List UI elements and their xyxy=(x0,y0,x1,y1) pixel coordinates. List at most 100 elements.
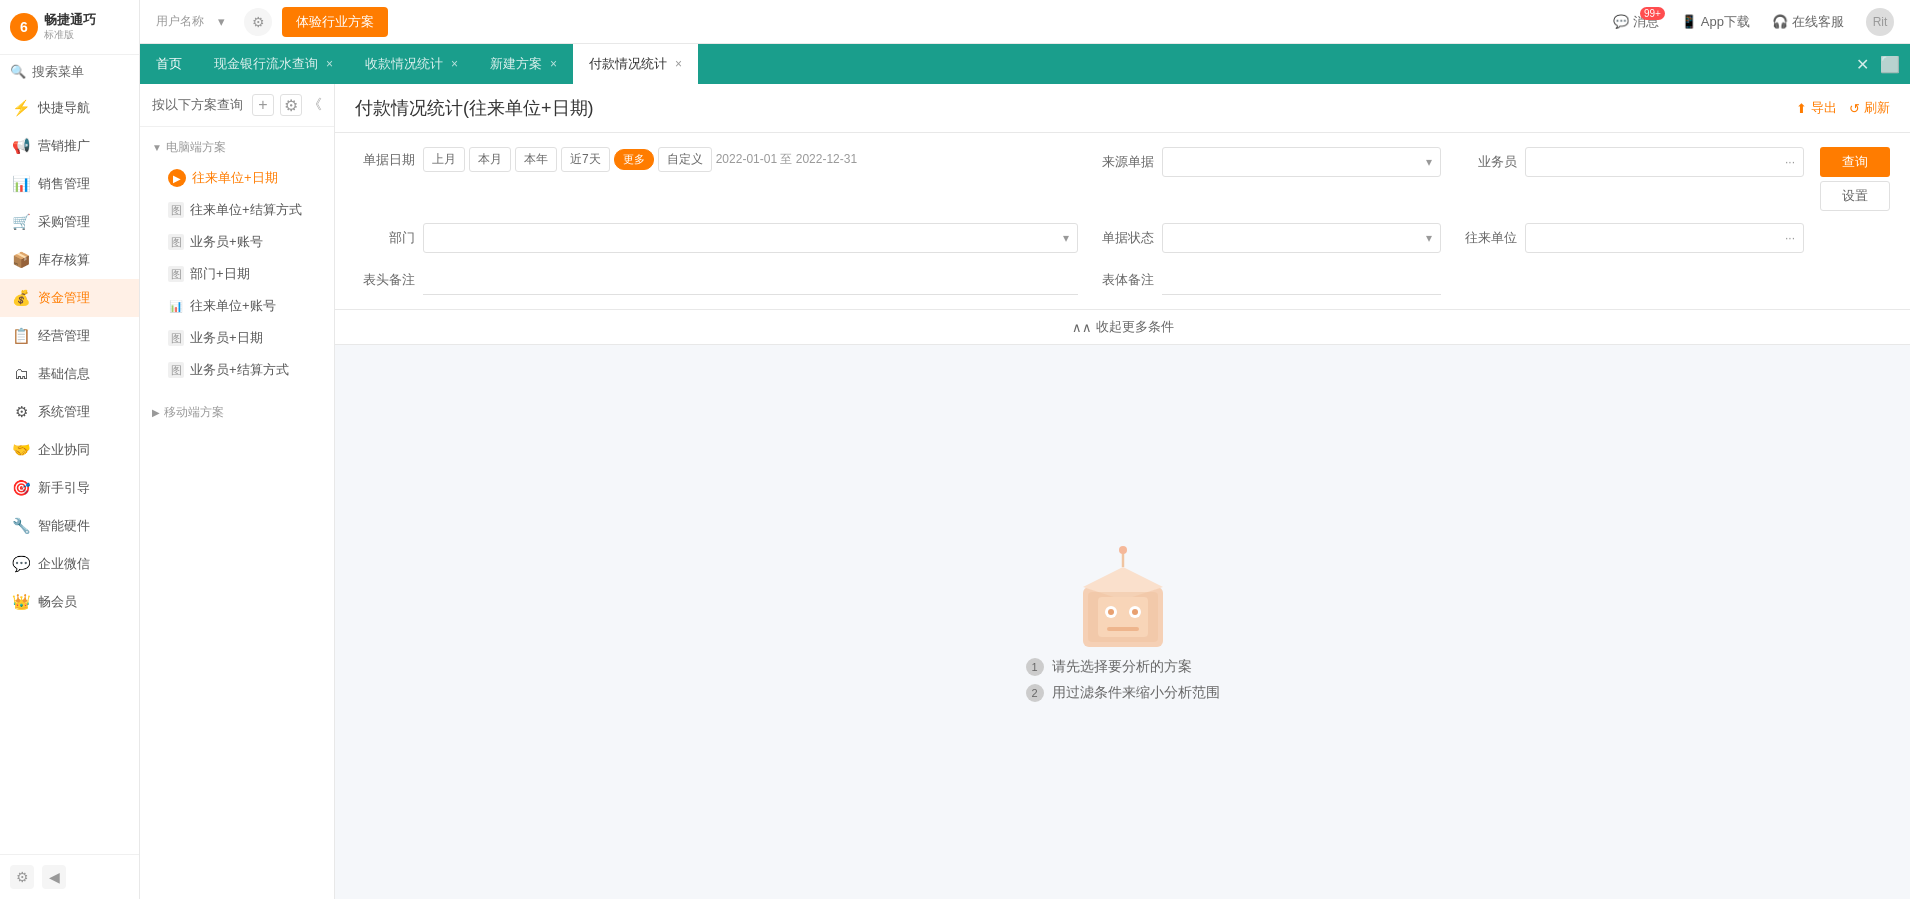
search-menu-label: 搜索菜单 xyxy=(32,63,84,81)
sidebar-item-wechat[interactable]: 💬 企业微信 xyxy=(0,545,139,583)
date-btn-this-year[interactable]: 本年 xyxy=(515,147,557,172)
topbar-dropdown-arrow[interactable]: ▾ xyxy=(218,14,234,30)
sidebar-item-system[interactable]: ⚙ 系统管理 xyxy=(0,393,139,431)
scheme-item-salesman-account[interactable]: 图 业务员+账号 xyxy=(140,226,334,258)
tab-payment-stat-label: 付款情况统计 xyxy=(589,55,667,73)
sidebar: 6 畅捷通巧 标准版 🔍 搜索菜单 ⚡ 快捷导航 📢 营销推广 📊 销售管理 🛒… xyxy=(0,0,140,899)
sidebar-nav: ⚡ 快捷导航 📢 营销推广 📊 销售管理 🛒 采购管理 📦 库存核算 💰 资金管… xyxy=(0,89,139,854)
tab-home[interactable]: 首页 xyxy=(140,44,198,84)
content-area: 按以下方案查询 + ⚙ 《 ▼ 电脑端方案 ▶ 往来单位+日期 图 xyxy=(140,84,1910,899)
refresh-icon: ↺ xyxy=(1849,101,1860,116)
sidebar-item-label: 采购管理 xyxy=(38,213,90,231)
tab-bank-flow-label: 现金银行流水查询 xyxy=(214,55,318,73)
sidebar-item-marketing[interactable]: 📢 营销推广 xyxy=(0,127,139,165)
message-icon: 💬 xyxy=(1613,14,1629,29)
scheme-item-salesman-settle[interactable]: 图 业务员+结算方式 xyxy=(140,354,334,386)
counterpart-select[interactable]: ··· xyxy=(1525,223,1804,253)
scheme-item-label: 业务员+日期 xyxy=(190,329,263,347)
app-download-label: App下载 xyxy=(1701,13,1750,31)
sidebar-settings-btn[interactable]: ⚙ xyxy=(10,865,34,889)
salesman-label: 业务员 xyxy=(1457,153,1517,171)
date-btn-more[interactable]: 更多 xyxy=(614,149,654,170)
scheme-item-salesman-date[interactable]: 图 业务员+日期 xyxy=(140,322,334,354)
dept-select[interactable]: ▾ xyxy=(423,223,1078,253)
sidebar-item-label: 系统管理 xyxy=(38,403,90,421)
sidebar-item-label: 销售管理 xyxy=(38,175,90,193)
desktop-group-label: 电脑端方案 xyxy=(166,139,226,156)
refresh-btn[interactable]: ↺ 刷新 xyxy=(1849,99,1890,117)
desktop-arrow-icon: ▼ xyxy=(152,142,162,153)
doc-status-arrow: ▾ xyxy=(1426,231,1432,245)
tab-receivable[interactable]: 收款情况统计 × xyxy=(349,44,474,84)
mobile-group-title[interactable]: ▶ 移动端方案 xyxy=(140,398,334,427)
doc-status-select[interactable]: ▾ xyxy=(1162,223,1441,253)
scheme-item-label: 往来单位+账号 xyxy=(190,297,276,315)
right-panel: 付款情况统计(往来单位+日期) ⬆ 导出 ↺ 刷新 单 xyxy=(335,84,1910,899)
topbar-app-download[interactable]: 📱 App下载 xyxy=(1681,13,1750,31)
sidebar-bottom: ⚙ ◀ xyxy=(0,854,139,899)
sidebar-item-member[interactable]: 👑 畅会员 xyxy=(0,583,139,621)
enterprise-icon: 🤝 xyxy=(12,441,30,459)
source-label: 来源单据 xyxy=(1094,153,1154,171)
tab-bank-flow-close[interactable]: × xyxy=(326,57,333,71)
sales-icon: 📊 xyxy=(12,175,30,193)
date-btn-custom[interactable]: 自定义 xyxy=(658,147,712,172)
sidebar-item-enterprise[interactable]: 🤝 企业协同 xyxy=(0,431,139,469)
tab-receivable-close[interactable]: × xyxy=(451,57,458,71)
svg-point-6 xyxy=(1108,609,1114,615)
trial-industry-btn[interactable]: 体验行业方案 xyxy=(282,7,388,37)
tab-close-all-btn[interactable]: ✕ xyxy=(1850,52,1874,76)
filter-source-item: 来源单据 ▾ xyxy=(1094,147,1441,177)
topbar-online-service[interactable]: 🎧 在线客服 xyxy=(1772,13,1844,31)
panel-collapse-btn[interactable]: 《 xyxy=(308,96,322,114)
tabbar: 首页 现金银行流水查询 × 收款情况统计 × 新建方案 × 付款情况统计 × ✕… xyxy=(140,44,1910,84)
empty-tip-1: 1 请先选择要分析的方案 xyxy=(1026,658,1220,676)
search-menu[interactable]: 🔍 搜索菜单 xyxy=(0,55,139,89)
sidebar-item-label: 经营管理 xyxy=(38,327,90,345)
tab-payment-stat-close[interactable]: × xyxy=(675,57,682,71)
page-header: 付款情况统计(往来单位+日期) ⬆ 导出 ↺ 刷新 xyxy=(335,84,1910,133)
tab-maximize-btn[interactable]: ⬜ xyxy=(1878,52,1902,76)
date-btn-7days[interactable]: 近7天 xyxy=(561,147,610,172)
sidebar-item-finance[interactable]: 💰 资金管理 xyxy=(0,279,139,317)
sidebar-item-basic-info[interactable]: 🗂 基础信息 xyxy=(0,355,139,393)
sidebar-item-inventory[interactable]: 📦 库存核算 xyxy=(0,241,139,279)
sidebar-item-operations[interactable]: 📋 经营管理 xyxy=(0,317,139,355)
topbar-avatar[interactable]: Rit xyxy=(1866,8,1894,36)
scheme-settings-btn[interactable]: ⚙ xyxy=(280,94,302,116)
tab-payment-stat[interactable]: 付款情况统计 × xyxy=(573,44,698,84)
date-btn-this-month[interactable]: 本月 xyxy=(469,147,511,172)
scheme-item-counterpart-settle[interactable]: 图 往来单位+结算方式 xyxy=(140,194,334,226)
scheme-item-counterpart-account[interactable]: 📊 往来单位+账号 xyxy=(140,290,334,322)
date-btn-last-month[interactable]: 上月 xyxy=(423,147,465,172)
sidebar-item-guide[interactable]: 🎯 新手引导 xyxy=(0,469,139,507)
sidebar-item-hardware[interactable]: 🔧 智能硬件 xyxy=(0,507,139,545)
collapse-more-btn[interactable]: ∧∧ 收起更多条件 xyxy=(1072,318,1174,336)
scheme-item-counterpart-date[interactable]: ▶ 往来单位+日期 xyxy=(140,162,334,194)
scheme-item-dept-date[interactable]: 图 部门+日期 xyxy=(140,258,334,290)
topbar-settings-btn[interactable]: ⚙ xyxy=(244,8,272,36)
sidebar-collapse-btn[interactable]: ◀ xyxy=(42,865,66,889)
body-note-input[interactable] xyxy=(1162,265,1441,295)
sidebar-item-quick-nav[interactable]: ⚡ 快捷导航 xyxy=(0,89,139,127)
header-note-input[interactable] xyxy=(423,265,1078,295)
salesman-select[interactable]: ··· xyxy=(1525,147,1804,177)
sidebar-item-sales[interactable]: 📊 销售管理 xyxy=(0,165,139,203)
counterpart-arrow: ··· xyxy=(1785,231,1795,245)
topbar-message[interactable]: 💬 消息 99+ xyxy=(1613,13,1659,31)
query-btn[interactable]: 查询 xyxy=(1820,147,1890,177)
refresh-label: 刷新 xyxy=(1864,99,1890,117)
add-scheme-btn[interactable]: + xyxy=(252,94,274,116)
sidebar-item-purchase[interactable]: 🛒 采购管理 xyxy=(0,203,139,241)
export-btn[interactable]: ⬆ 导出 xyxy=(1796,99,1837,117)
collapse-bar[interactable]: ∧∧ 收起更多条件 xyxy=(335,310,1910,345)
tab-new-scheme-close[interactable]: × xyxy=(550,57,557,71)
tab-new-scheme[interactable]: 新建方案 × xyxy=(474,44,573,84)
search-icon: 🔍 xyxy=(10,64,26,79)
filter-settings-btn[interactable]: 设置 xyxy=(1820,181,1890,211)
sidebar-item-label: 智能硬件 xyxy=(38,517,90,535)
desktop-group-title[interactable]: ▼ 电脑端方案 xyxy=(140,133,334,162)
tab-bank-flow[interactable]: 现金银行流水查询 × xyxy=(198,44,349,84)
source-select[interactable]: ▾ xyxy=(1162,147,1441,177)
page-header-actions: ⬆ 导出 ↺ 刷新 xyxy=(1796,99,1890,117)
